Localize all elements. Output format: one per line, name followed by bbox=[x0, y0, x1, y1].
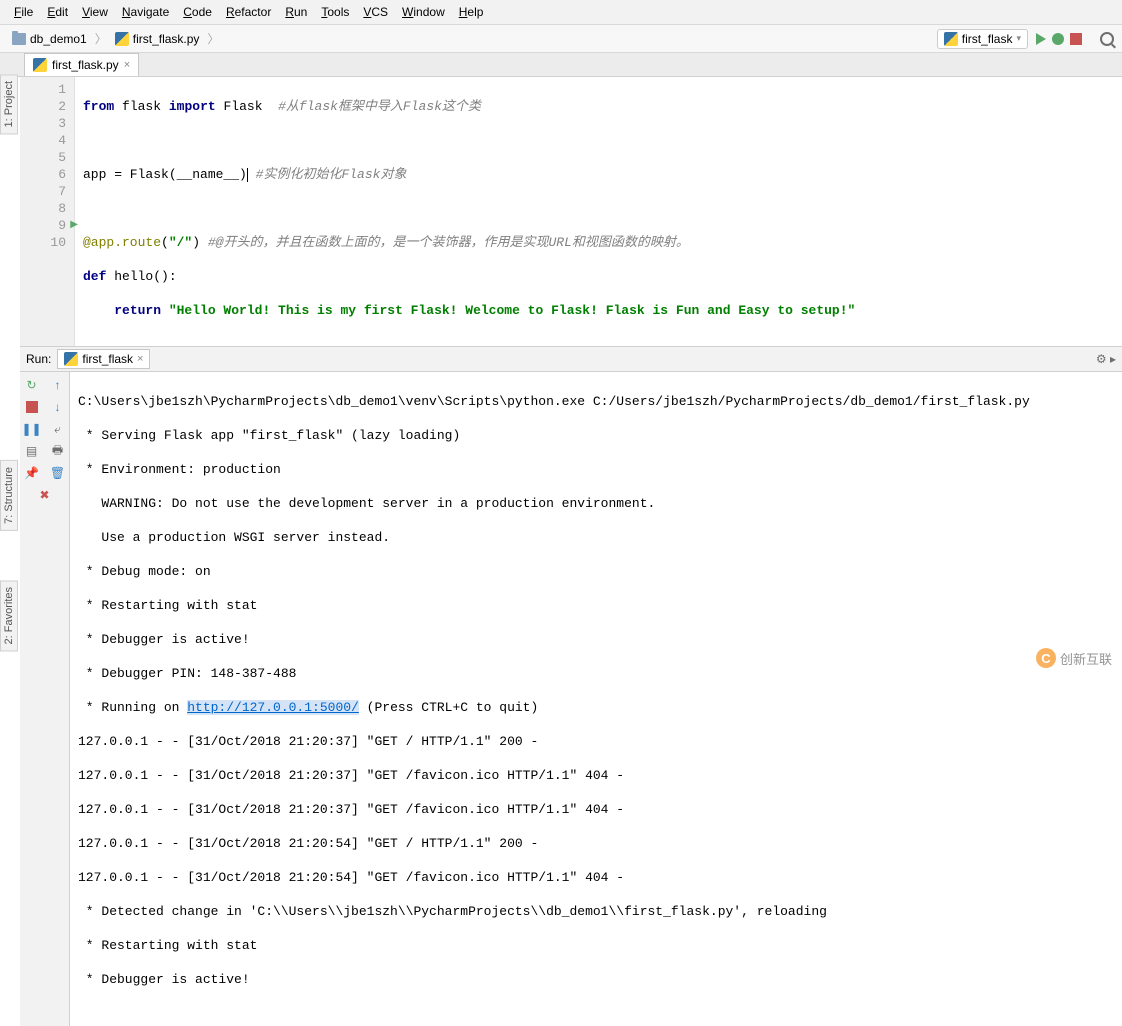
pin-button[interactable]: 📌 bbox=[23, 464, 41, 482]
run-header: Run: first_flask × ⚙ ▸ bbox=[20, 347, 1122, 372]
line-number: 10 bbox=[24, 234, 66, 251]
console-line: C:\Users\jbe1szh\PycharmProjects\db_demo… bbox=[78, 393, 1114, 410]
breadcrumb-project[interactable]: db_demo1 bbox=[8, 30, 91, 48]
console-line: 127.0.0.1 - - [31/Oct/2018 21:20:37] "GE… bbox=[78, 801, 1114, 818]
up-button[interactable]: ↑ bbox=[49, 376, 67, 394]
console-line: * Serving Flask app "first_flask" (lazy … bbox=[78, 427, 1114, 444]
menu-vcs[interactable]: VCS bbox=[357, 3, 394, 21]
menu-edit[interactable]: Edit bbox=[41, 3, 74, 21]
run-label: Run: bbox=[26, 352, 51, 366]
close-button[interactable]: ✖ bbox=[36, 486, 54, 504]
close-tab-icon[interactable]: × bbox=[137, 353, 143, 365]
line-number: 2 bbox=[24, 98, 66, 115]
editor-tab-label: first_flask.py bbox=[52, 58, 119, 72]
menu-refactor[interactable]: Refactor bbox=[220, 3, 277, 21]
line-number: 8 bbox=[24, 200, 66, 217]
console-line: * Environment: production bbox=[78, 461, 1114, 478]
console-line: 127.0.0.1 - - [31/Oct/2018 21:20:37] "GE… bbox=[78, 767, 1114, 784]
line-number: 4 bbox=[24, 132, 66, 149]
editor[interactable]: 1 2 3 4 5 6 7 8 9▶ 10 from flask import … bbox=[20, 77, 1122, 347]
menu-bar: File Edit View Navigate Code Refactor Ru… bbox=[0, 0, 1122, 25]
line-number: 1 bbox=[24, 81, 66, 98]
run-toolbar: ↻ ↑ ↓ ❚❚ ⤶ ▤ 🖶 📌 🗑 ✖ bbox=[20, 372, 70, 1026]
pause-button[interactable]: ❚❚ bbox=[23, 420, 41, 438]
console-line: * Restarting with stat bbox=[78, 597, 1114, 614]
menu-run[interactable]: Run bbox=[279, 3, 313, 21]
console-line: 127.0.0.1 - - [31/Oct/2018 21:20:37] "GE… bbox=[78, 733, 1114, 750]
watermark: C 创新互联 bbox=[1036, 648, 1112, 668]
chevron-down-icon: ▾ bbox=[1016, 33, 1021, 44]
run-gutter-icon[interactable]: ▶ bbox=[70, 217, 78, 234]
trash-button[interactable]: 🗑 bbox=[49, 464, 67, 482]
soft-wrap-button[interactable]: ⤶ bbox=[49, 420, 67, 438]
code-area[interactable]: from flask import Flask #从flask框架中导入Flas… bbox=[75, 77, 1122, 346]
breadcrumb-project-label: db_demo1 bbox=[30, 32, 87, 46]
tool-window-favorites[interactable]: 2: Favorites bbox=[0, 580, 18, 651]
console-line: 127.0.0.1 - - [31/Oct/2018 21:20:54] "GE… bbox=[78, 835, 1114, 852]
console-output[interactable]: C:\Users\jbe1szh\PycharmProjects\db_demo… bbox=[70, 372, 1122, 1026]
line-number: 6 bbox=[24, 166, 66, 183]
server-url-link[interactable]: http://127.0.0.1:5000/ bbox=[187, 700, 359, 715]
line-number: 9▶ bbox=[24, 217, 66, 234]
console-line: * Debugger PIN: 148-387-488 bbox=[78, 665, 1114, 682]
python-file-icon bbox=[33, 58, 47, 72]
python-file-icon bbox=[944, 32, 958, 46]
gear-icon[interactable]: ⚙ ▸ bbox=[1096, 352, 1116, 366]
stop-button[interactable] bbox=[23, 398, 41, 416]
run-tool-window: Run: first_flask × ⚙ ▸ ↻ ↑ ↓ ❚❚ ⤶ ▤ 🖶 bbox=[20, 347, 1122, 679]
console-line: * Running on http://127.0.0.1:5000/ (Pre… bbox=[78, 699, 1114, 716]
console-line: * Debugger is active! bbox=[78, 971, 1114, 988]
run-tab-label: first_flask bbox=[82, 352, 133, 366]
navigation-toolbar: db_demo1 〉 first_flask.py 〉 first_flask … bbox=[0, 25, 1122, 53]
breadcrumb-file-label: first_flask.py bbox=[133, 32, 200, 46]
breadcrumb: db_demo1 〉 first_flask.py 〉 bbox=[8, 30, 221, 48]
tool-window-project[interactable]: 1: Project bbox=[0, 74, 18, 134]
watermark-text: 创新互联 bbox=[1060, 649, 1112, 668]
python-file-icon bbox=[64, 352, 78, 366]
stop-button[interactable] bbox=[1070, 33, 1082, 45]
menu-tools[interactable]: Tools bbox=[315, 3, 355, 21]
menu-window[interactable]: Window bbox=[396, 3, 451, 21]
gutter: 1 2 3 4 5 6 7 8 9▶ 10 bbox=[20, 77, 75, 346]
breadcrumb-file[interactable]: first_flask.py bbox=[111, 30, 204, 48]
menu-navigate[interactable]: Navigate bbox=[116, 3, 175, 21]
console-line: 127.0.0.1 - - [31/Oct/2018 21:20:54] "GE… bbox=[78, 869, 1114, 886]
line-number: 7 bbox=[24, 183, 66, 200]
editor-tab-first-flask[interactable]: first_flask.py × bbox=[24, 53, 139, 76]
menu-file[interactable]: File bbox=[8, 3, 39, 21]
run-button[interactable] bbox=[1036, 33, 1046, 45]
menu-help[interactable]: Help bbox=[453, 3, 490, 21]
search-everywhere-button[interactable] bbox=[1100, 32, 1114, 46]
menu-view[interactable]: View bbox=[76, 3, 114, 21]
console-line: WARNING: Do not use the development serv… bbox=[78, 495, 1114, 512]
down-button[interactable]: ↓ bbox=[49, 398, 67, 416]
chevron-right-icon: 〉 bbox=[95, 30, 107, 47]
run-tab[interactable]: first_flask × bbox=[57, 349, 150, 369]
line-number: 5 bbox=[24, 149, 66, 166]
console-line: Use a production WSGI server instead. bbox=[78, 529, 1114, 546]
run-actions bbox=[1036, 32, 1114, 46]
line-number: 3 bbox=[24, 115, 66, 132]
run-configuration-selector[interactable]: first_flask ▾ bbox=[937, 29, 1028, 49]
python-file-icon bbox=[115, 32, 129, 46]
console-line: * Detected change in 'C:\\Users\\jbe1szh… bbox=[78, 903, 1114, 920]
folder-icon bbox=[12, 33, 26, 45]
watermark-logo-icon: C bbox=[1036, 648, 1056, 668]
menu-code[interactable]: Code bbox=[177, 3, 218, 21]
text-cursor bbox=[247, 168, 248, 182]
editor-tabs: first_flask.py × bbox=[0, 53, 1122, 77]
rerun-button[interactable]: ↻ bbox=[23, 376, 41, 394]
console-line: * Restarting with stat bbox=[78, 937, 1114, 954]
layout-button[interactable]: ▤ bbox=[23, 442, 41, 460]
chevron-right-icon: 〉 bbox=[207, 30, 219, 47]
debug-button[interactable] bbox=[1052, 33, 1064, 45]
tool-window-structure[interactable]: 7: Structure bbox=[0, 460, 18, 531]
run-config-label: first_flask bbox=[962, 32, 1013, 46]
print-button[interactable]: 🖶 bbox=[49, 442, 67, 460]
close-tab-icon[interactable]: × bbox=[124, 59, 130, 71]
console-line: * Debug mode: on bbox=[78, 563, 1114, 580]
console-line: * Debugger is active! bbox=[78, 631, 1114, 648]
